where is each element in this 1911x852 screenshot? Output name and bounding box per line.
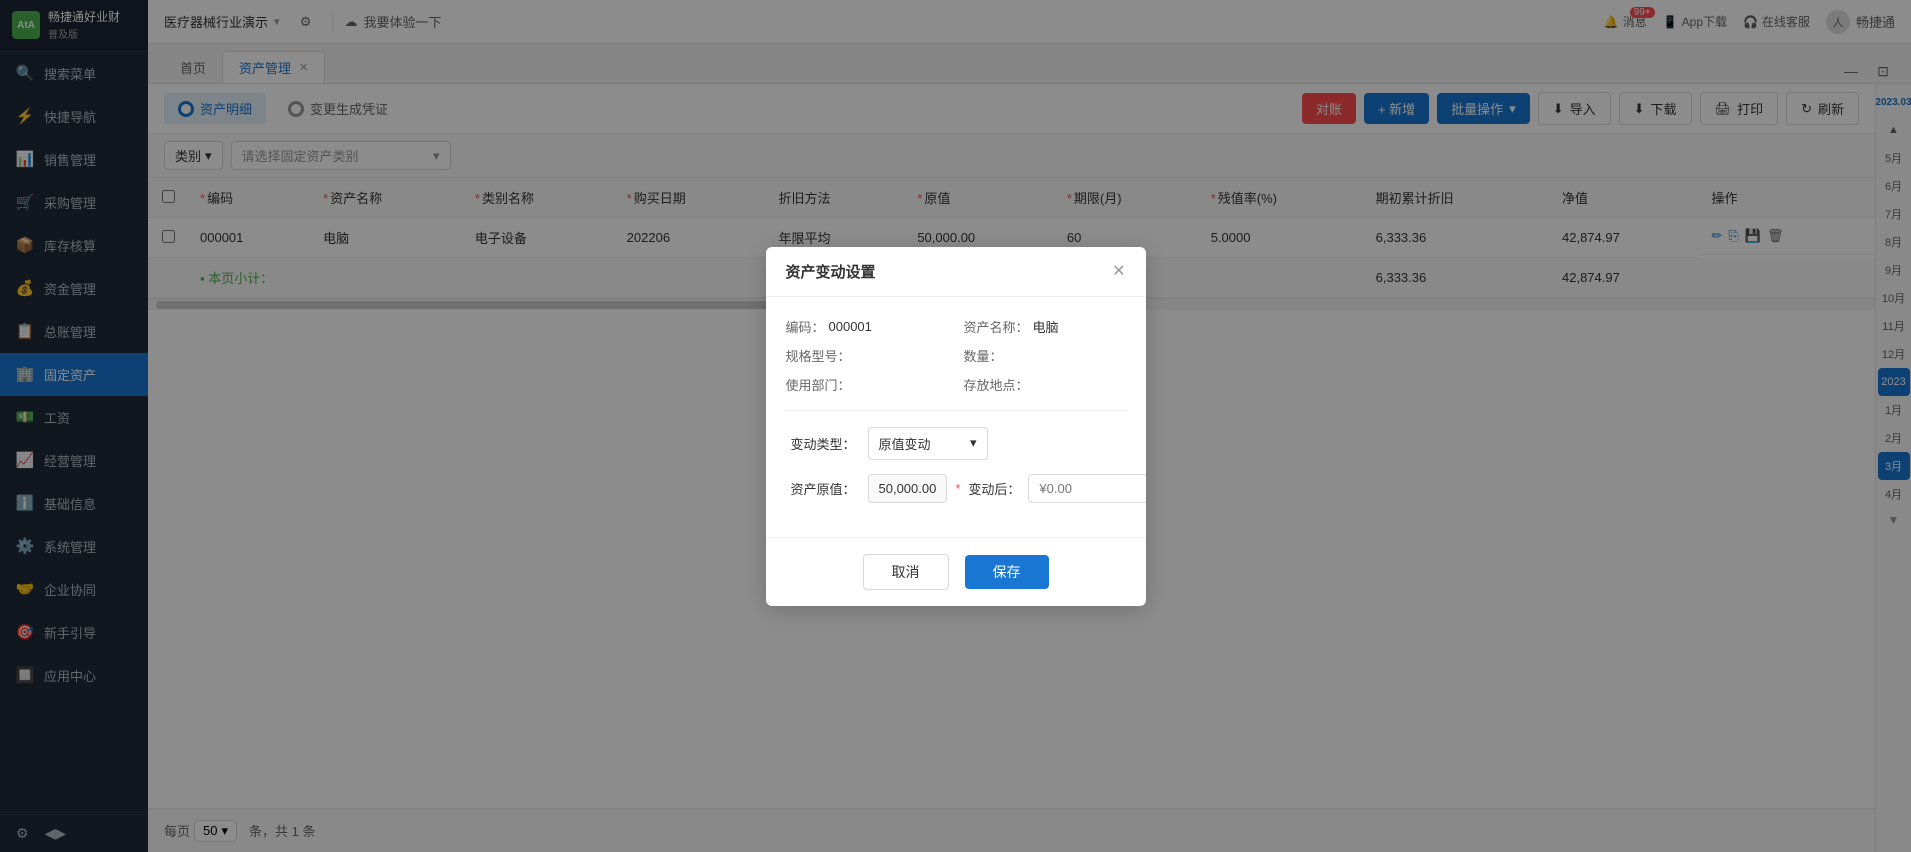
asset-change-modal: 资产变动设置 ✕ 编码： 000001 资产名称： 电脑 规格型号： 数量： bbox=[766, 247, 1146, 606]
modal-info-grid: 编码： 000001 资产名称： 电脑 规格型号： 数量： 使用部门： bbox=[786, 317, 1126, 411]
chevron-down-icon: ▾ bbox=[970, 435, 977, 451]
modal-quantity-field: 数量： bbox=[964, 346, 1126, 365]
modal-body: 编码： 000001 资产名称： 电脑 规格型号： 数量： 使用部门： bbox=[766, 297, 1146, 537]
modal-title: 资产变动设置 bbox=[786, 261, 876, 282]
required-star: * bbox=[955, 481, 960, 496]
modal-overlay: 资产变动设置 ✕ 编码： 000001 资产名称： 电脑 规格型号： 数量： bbox=[0, 0, 1911, 852]
modal-change-type-field: 变动类型： 原值变动 ▾ bbox=[786, 427, 1126, 460]
change-type-control: 原值变动 ▾ bbox=[868, 427, 1126, 460]
modal-asset-name-field: 资产名称： 电脑 bbox=[964, 317, 1126, 336]
original-value-control: 50,000.00 * 变动后： bbox=[868, 474, 1126, 503]
modal-code-field: 编码： 000001 bbox=[786, 317, 948, 336]
change-type-select[interactable]: 原值变动 ▾ bbox=[868, 427, 988, 460]
modal-department-field: 使用部门： bbox=[786, 375, 948, 394]
modal-header: 资产变动设置 ✕ bbox=[766, 247, 1146, 297]
modal-original-value-field: 资产原值： 50,000.00 * 变动后： bbox=[786, 474, 1126, 503]
modal-spec-field: 规格型号： bbox=[786, 346, 948, 365]
after-change-input[interactable] bbox=[1028, 474, 1145, 503]
original-value-display: 50,000.00 bbox=[868, 474, 948, 503]
modal-close-button[interactable]: ✕ bbox=[1112, 261, 1125, 281]
modal-footer: 取消 保存 bbox=[766, 537, 1146, 606]
cancel-button[interactable]: 取消 bbox=[863, 554, 949, 590]
save-button[interactable]: 保存 bbox=[965, 555, 1049, 589]
modal-location-field: 存放地点： bbox=[964, 375, 1126, 394]
